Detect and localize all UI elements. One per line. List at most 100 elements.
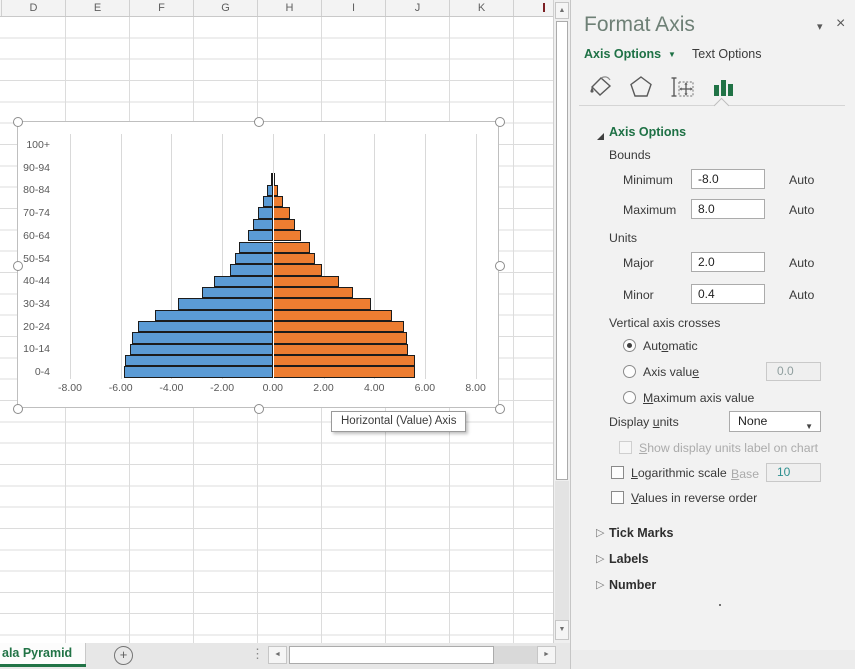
female-bar-45-49[interactable] <box>273 264 323 276</box>
male-bar-45-49[interactable] <box>229 264 273 276</box>
chart-selection-handle[interactable] <box>254 117 264 127</box>
chart-selection-handle[interactable] <box>254 404 264 414</box>
male-bar-5-9[interactable] <box>124 355 273 367</box>
x-axis-tick-label[interactable]: -6.00 <box>99 382 143 394</box>
column-header-F[interactable]: F <box>130 0 194 16</box>
scroll-right-button[interactable]: ► <box>537 646 556 664</box>
y-axis-tick-label[interactable]: 70-74 <box>18 207 50 219</box>
chart-selection-handle[interactable] <box>13 404 23 414</box>
female-bar-0-4[interactable] <box>273 366 415 378</box>
maximum-input[interactable]: 8.0 <box>691 199 765 219</box>
female-bar-10-14[interactable] <box>273 343 408 355</box>
tab-scroll-dots-icon[interactable]: ⋮ <box>251 646 264 662</box>
male-bar-0-4[interactable] <box>123 366 273 378</box>
display-units-select[interactable]: None ▼ <box>729 411 821 432</box>
x-axis-tick-label[interactable]: -4.00 <box>149 382 193 394</box>
tab-text-options[interactable]: Text Options <box>692 47 761 61</box>
x-axis-tick-label[interactable]: -8.00 <box>48 382 92 394</box>
horizontal-scroll-track[interactable] <box>494 646 537 664</box>
horizontal-scroll-thumb[interactable] <box>289 646 494 664</box>
column-header-I[interactable]: I <box>322 0 386 16</box>
section-number[interactable]: Number <box>609 578 656 592</box>
chart-object[interactable]: -8.00 -6.00 -4.00 -2.00 0.00 2.00 4.00 6.00 8.00… <box>13 117 505 414</box>
column-header-K[interactable]: K <box>450 0 514 16</box>
minimum-auto-button[interactable]: Auto <box>789 173 814 187</box>
major-input[interactable]: 2.0 <box>691 252 765 272</box>
new-sheet-button[interactable]: + <box>114 646 133 665</box>
column-header-E[interactable]: E <box>66 0 130 16</box>
y-axis-tick-label[interactable]: 20-24 <box>18 321 50 333</box>
minimum-input[interactable]: -8.0 <box>691 169 765 189</box>
x-axis-tick-label[interactable]: -2.00 <box>200 382 244 394</box>
male-bar-15-19[interactable] <box>132 332 273 344</box>
pane-dropdown-icon[interactable]: ▾ <box>817 20 823 33</box>
male-bar-30-34[interactable] <box>178 298 273 310</box>
minor-auto-button[interactable]: Auto <box>789 288 814 302</box>
male-bar-60-64[interactable] <box>247 230 273 242</box>
base-input[interactable]: 10 <box>766 463 821 482</box>
sheet-tab[interactable]: ala Pyramid <box>0 643 86 665</box>
fill-line-icon[interactable] <box>587 73 615 101</box>
y-axis-tick-label[interactable]: 60-64 <box>18 230 50 242</box>
close-icon[interactable]: × <box>836 15 845 33</box>
major-auto-button[interactable]: Auto <box>789 256 814 270</box>
logarithmic-scale-checkbox[interactable] <box>611 466 624 479</box>
y-axis-tick-label[interactable]: 30-34 <box>18 298 50 310</box>
female-bar-60-64[interactable] <box>273 230 301 242</box>
scroll-up-button[interactable]: ▲ <box>555 2 569 19</box>
female-bar-5-9[interactable] <box>273 355 415 367</box>
chart-selection-handle[interactable] <box>495 117 505 127</box>
female-bar-35-39[interactable] <box>273 286 353 299</box>
female-bar-40-44[interactable] <box>273 275 339 287</box>
radio-axis-value[interactable] <box>623 365 636 378</box>
female-bar-15-19[interactable] <box>273 332 407 344</box>
female-bar-70-74[interactable] <box>273 207 290 219</box>
x-axis-tick-label[interactable]: 8.00 <box>454 382 498 394</box>
vertical-scroll-thumb[interactable] <box>556 21 568 480</box>
male-bar-25-29[interactable] <box>155 309 273 321</box>
male-bar-70-74[interactable] <box>257 207 273 219</box>
y-axis-tick-label[interactable]: 40-44 <box>18 275 50 287</box>
male-bar-75-79[interactable] <box>262 196 273 208</box>
female-bar-30-34[interactable] <box>273 298 371 310</box>
x-axis-tick-label[interactable]: 2.00 <box>302 382 346 394</box>
female-bar-25-29[interactable] <box>273 309 393 321</box>
column-header-partial-right[interactable] <box>514 0 553 16</box>
female-bar-65-69[interactable] <box>273 218 296 231</box>
minor-input[interactable]: 0.4 <box>691 284 765 304</box>
male-bar-65-69[interactable] <box>252 218 273 231</box>
y-axis-tick-label[interactable]: 90-94 <box>18 162 50 174</box>
chart-selection-handle[interactable] <box>13 260 23 271</box>
reverse-order-checkbox[interactable] <box>611 491 624 504</box>
x-axis-tick-label[interactable]: 0.00 <box>251 382 295 394</box>
y-axis-tick-label[interactable]: 10-14 <box>18 343 50 355</box>
male-bar-20-24[interactable] <box>137 320 273 333</box>
vertical-scroll-track[interactable] <box>555 481 569 620</box>
male-bar-40-44[interactable] <box>213 275 273 287</box>
x-axis-tick-label[interactable]: 4.00 <box>352 382 396 394</box>
scroll-down-button[interactable]: ▼ <box>555 620 569 640</box>
chart-options-icon[interactable] <box>709 73 737 101</box>
chart-selection-handle[interactable] <box>495 260 505 271</box>
male-bar-50-54[interactable] <box>235 252 273 265</box>
y-axis-tick-label[interactable]: 0-4 <box>18 366 50 378</box>
column-header-H[interactable]: H <box>258 0 322 16</box>
female-bar-55-59[interactable] <box>273 241 310 253</box>
section-tick-marks[interactable]: Tick Marks <box>609 526 673 540</box>
axis-options-dropdown-icon[interactable]: ▼ <box>668 50 676 59</box>
female-bar-50-54[interactable] <box>273 252 315 265</box>
section-labels[interactable]: Labels <box>609 552 649 566</box>
y-axis-tick-label[interactable]: 50-54 <box>18 253 50 265</box>
tick-marks-expand-icon[interactable]: ▷ <box>596 526 604 539</box>
chart-selection-handle[interactable] <box>13 117 23 127</box>
axis-value-input[interactable]: 0.0 <box>766 362 821 381</box>
column-header-G[interactable]: G <box>194 0 258 16</box>
x-axis-tick-label[interactable]: 6.00 <box>403 382 447 394</box>
column-header-J[interactable]: J <box>386 0 450 16</box>
radio-maximum-axis-value[interactable] <box>623 391 636 404</box>
male-bar-35-39[interactable] <box>202 286 273 299</box>
male-bar-10-14[interactable] <box>129 343 273 355</box>
chart-selection-handle[interactable] <box>495 404 505 414</box>
axis-options-expand-icon[interactable] <box>596 128 605 146</box>
maximum-auto-button[interactable]: Auto <box>789 203 814 217</box>
